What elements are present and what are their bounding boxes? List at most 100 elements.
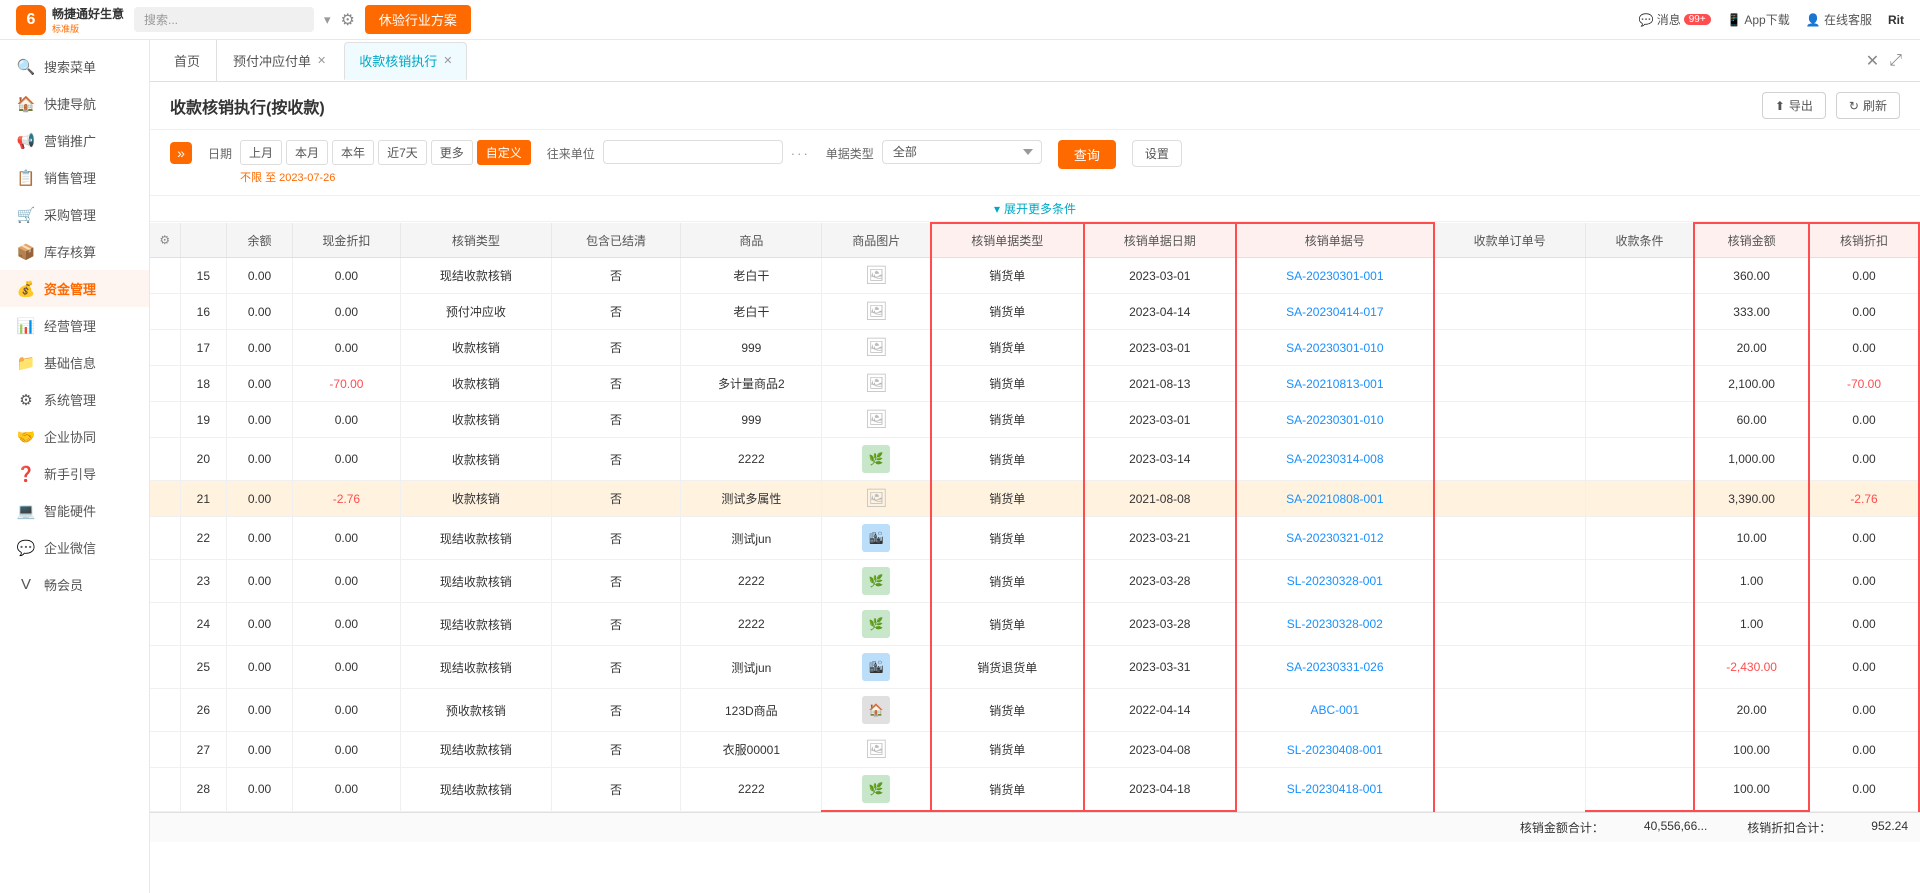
settings-icon[interactable]: ⚙ xyxy=(341,10,355,30)
filter-expand-btn[interactable]: » xyxy=(170,142,192,164)
app-logo: 6 畅捷通好生意 标准版 xyxy=(16,5,124,35)
th-include-settled: 包含已结清 xyxy=(551,223,680,258)
sidebar-item-sales[interactable]: 📋 销售管理 xyxy=(0,159,149,196)
td-seq: 23 xyxy=(180,560,227,603)
td-voucher-no[interactable]: SA-20230301-001 xyxy=(1236,258,1434,294)
sidebar-item-quick-nav[interactable]: 🏠 快捷导航 xyxy=(0,85,149,122)
th-writeoff-discount: 核销折扣 xyxy=(1809,223,1919,258)
td-writeoff-discount: -70.00 xyxy=(1809,366,1919,402)
td-include-settled: 否 xyxy=(551,517,680,560)
refresh-btn[interactable]: ↻ 刷新 xyxy=(1836,92,1900,119)
query-btn[interactable]: 查询 xyxy=(1058,140,1116,169)
sidebar-item-label: 系统管理 xyxy=(44,390,96,409)
td-balance: 0.00 xyxy=(227,402,293,438)
td-voucher-type: 销货退货单 xyxy=(931,646,1084,689)
sidebar-item-base-info[interactable]: 📁 基础信息 xyxy=(0,344,149,381)
th-writeoff-amount: 核销金额 xyxy=(1694,223,1809,258)
td-voucher-no[interactable]: SA-20230414-017 xyxy=(1236,294,1434,330)
sidebar-item-inventory[interactable]: 📦 库存核算 xyxy=(0,233,149,270)
td-voucher-no[interactable]: SL-20230408-001 xyxy=(1236,732,1434,768)
td-balance: 0.00 xyxy=(227,732,293,768)
td-voucher-no[interactable]: SA-20210808-001 xyxy=(1236,481,1434,517)
export-btn[interactable]: ⬆ 导出 xyxy=(1762,92,1826,119)
date-btn-group: 上月 本月 本年 近7天 更多 自定义 xyxy=(240,140,531,165)
td-goods: 999 xyxy=(681,330,822,366)
td-voucher-no[interactable]: SA-20230331-026 xyxy=(1236,646,1434,689)
column-settings-icon[interactable]: ⚙ xyxy=(159,233,170,247)
td-voucher-no[interactable]: SA-20230301-010 xyxy=(1236,330,1434,366)
filter-settings-btn[interactable]: 设置 xyxy=(1132,140,1182,167)
table-row: 18 0.00 -70.00 收款核销 否 多计量商品2 🖼 销货单 2021-… xyxy=(150,366,1919,402)
date-btn-7days[interactable]: 近7天 xyxy=(378,140,427,165)
td-voucher-no[interactable]: SA-20230314-008 xyxy=(1236,438,1434,481)
page-title: 收款核销执行(按收款) xyxy=(170,94,325,118)
td-receipt-terms xyxy=(1585,438,1694,481)
tab-writeoff[interactable]: 收款核销执行 ✕ xyxy=(344,42,467,80)
td-settings xyxy=(150,294,180,330)
industry-btn[interactable]: 休验行业方案 xyxy=(365,5,471,34)
td-writeoff-type: 现结收款核销 xyxy=(401,258,552,294)
th-writeoff-type: 核销类型 xyxy=(401,223,552,258)
tab-writeoff-label: 收款核销执行 xyxy=(359,51,437,70)
td-seq: 19 xyxy=(180,402,227,438)
td-seq: 16 xyxy=(180,294,227,330)
td-receipt-terms xyxy=(1585,517,1694,560)
partner-input[interactable] xyxy=(603,140,783,164)
app-download-link[interactable]: 📱 App下载 xyxy=(1727,11,1790,28)
td-writeoff-type: 现结收款核销 xyxy=(401,517,552,560)
sidebar-item-business[interactable]: 📊 经营管理 xyxy=(0,307,149,344)
td-cash-discount: 0.00 xyxy=(292,438,400,481)
sidebar-item-finance[interactable]: 💰 资金管理 xyxy=(0,270,149,307)
td-cash-discount: 0.00 xyxy=(292,330,400,366)
filter-more-bar[interactable]: ▾ 展开更多条件 xyxy=(150,196,1920,222)
tab-writeoff-close[interactable]: ✕ xyxy=(443,54,452,67)
tab-prepay[interactable]: 预付冲应付单 ✕ xyxy=(219,42,340,80)
date-btn-this-year[interactable]: 本年 xyxy=(332,140,374,165)
top-search-box[interactable]: 搜索... xyxy=(134,7,314,32)
sidebar-item-wechat[interactable]: 💬 企业微信 xyxy=(0,529,149,566)
sidebar-item-marketing[interactable]: 📢 营销推广 xyxy=(0,122,149,159)
sidebar-item-enterprise[interactable]: 🤝 企业协同 xyxy=(0,418,149,455)
sidebar-item-member[interactable]: V 畅会员 xyxy=(0,566,149,603)
td-voucher-no[interactable]: ABC-001 xyxy=(1236,689,1434,732)
td-voucher-no[interactable]: SL-20230328-002 xyxy=(1236,603,1434,646)
footer-discount-total: 952.24 xyxy=(1871,819,1908,836)
top-bar: 6 畅捷通好生意 标准版 搜索... ▾ ⚙ 休验行业方案 💬 消息 99+ 📱… xyxy=(0,0,1920,40)
voucher-type-select[interactable]: 全部 销货单 销货退货单 xyxy=(882,140,1042,164)
tab-close-btn[interactable]: ✕ xyxy=(1864,49,1881,73)
date-btn-last-month[interactable]: 上月 xyxy=(240,140,282,165)
member-icon: V xyxy=(16,576,36,593)
sidebar-item-system[interactable]: ⚙ 系统管理 xyxy=(0,381,149,418)
td-receipt-terms xyxy=(1585,732,1694,768)
tab-restore-btn[interactable]: ⤢ xyxy=(1887,50,1904,72)
th-settings[interactable]: ⚙ xyxy=(150,223,180,258)
date-btn-custom[interactable]: 自定义 xyxy=(477,140,531,165)
td-voucher-type: 销货单 xyxy=(931,768,1084,812)
tab-home[interactable]: 首页 xyxy=(158,40,217,82)
table-footer: 核销金额合计： 40,556,66... 核销折扣合计： 952.24 xyxy=(150,812,1920,842)
sidebar-item-hardware[interactable]: 💻 智能硬件 xyxy=(0,492,149,529)
td-receipt-order xyxy=(1434,603,1586,646)
online-service-link[interactable]: 👤 在线客服 xyxy=(1806,11,1872,28)
th-seq xyxy=(180,223,227,258)
tab-prepay-close[interactable]: ✕ xyxy=(317,54,326,67)
date-btn-this-month[interactable]: 本月 xyxy=(286,140,328,165)
sidebar-item-label: 采购管理 xyxy=(44,205,96,224)
td-receipt-order xyxy=(1434,438,1586,481)
date-btn-more[interactable]: 更多 xyxy=(431,140,473,165)
th-receipt-order: 收款单订单号 xyxy=(1434,223,1586,258)
td-voucher-no[interactable]: SA-20210813-001 xyxy=(1236,366,1434,402)
td-writeoff-discount: -2.76 xyxy=(1809,481,1919,517)
td-voucher-no[interactable]: SL-20230418-001 xyxy=(1236,768,1434,812)
sidebar-item-search[interactable]: 🔍 搜索菜单 xyxy=(0,48,149,85)
table-area: ⚙ 余额 现金折扣 核销类型 包含已结清 商品 商品图片 核销单据类型 核销单据… xyxy=(150,222,1920,893)
sidebar-item-purchase[interactable]: 🛒 采购管理 xyxy=(0,196,149,233)
sidebar-item-guide[interactable]: ❓ 新手引导 xyxy=(0,455,149,492)
message-icon[interactable]: 💬 消息 99+ xyxy=(1639,11,1711,28)
td-voucher-no[interactable]: SA-20230301-010 xyxy=(1236,402,1434,438)
td-voucher-no[interactable]: SL-20230328-001 xyxy=(1236,560,1434,603)
td-voucher-no[interactable]: SA-20230321-012 xyxy=(1236,517,1434,560)
td-goods-image: 🖼 xyxy=(822,294,931,330)
td-include-settled: 否 xyxy=(551,689,680,732)
dots: ··· xyxy=(791,140,810,168)
